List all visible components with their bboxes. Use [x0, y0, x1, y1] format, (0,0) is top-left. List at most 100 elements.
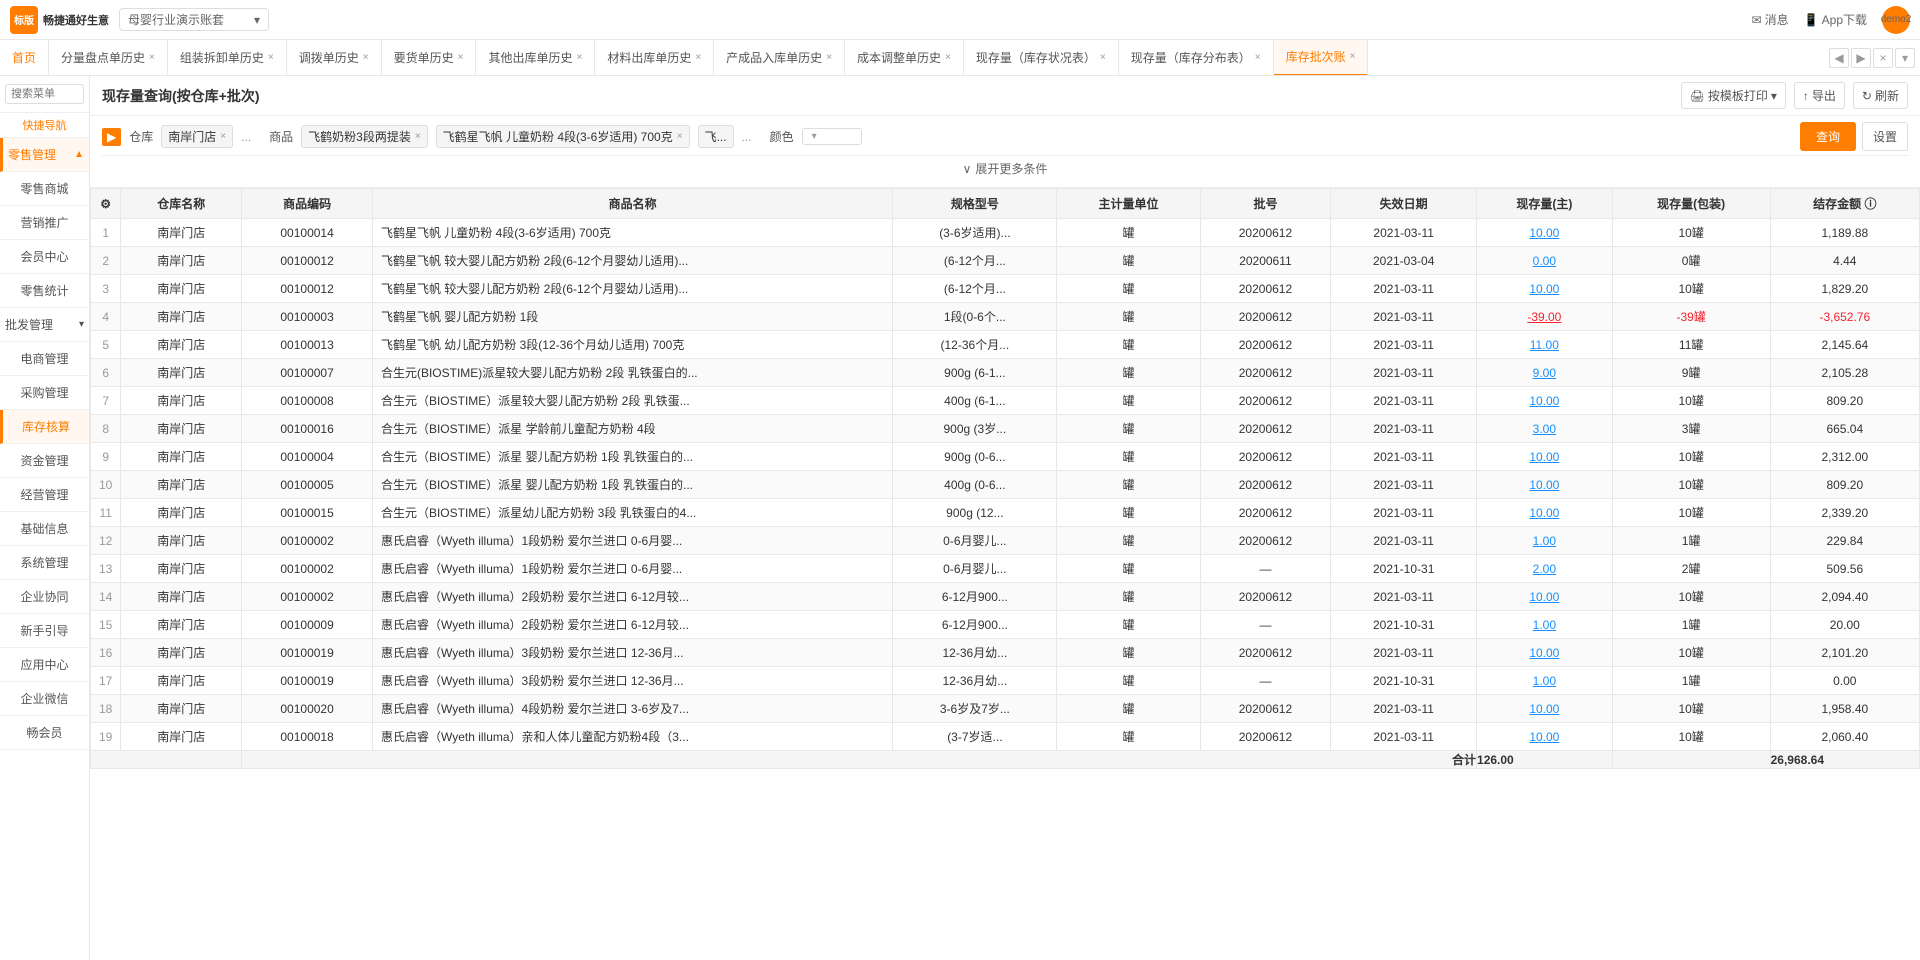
filter-expand-row[interactable]: ∨ 展开更多条件: [102, 155, 1908, 181]
cell-unit: 罐: [1057, 611, 1200, 639]
sidebar-item-ops[interactable]: 经营管理: [0, 478, 89, 512]
col-settings[interactable]: ⚙: [91, 189, 121, 219]
cell-amount: 1,958.40: [1770, 695, 1919, 723]
search-btn[interactable]: 查询: [1800, 122, 1856, 151]
cell-warehouse: 南岸门店: [121, 275, 242, 303]
app-download-btn[interactable]: 📱 App下载: [1804, 11, 1867, 28]
close-icon[interactable]: ×: [945, 52, 951, 63]
warehouse-tag-remove[interactable]: ×: [220, 131, 226, 142]
tab-4[interactable]: 要货单历史 ×: [382, 40, 477, 76]
filter-expand-btn[interactable]: ▶: [102, 128, 121, 146]
tab-next-btn[interactable]: ▶: [1851, 48, 1871, 68]
sidebar-item-member2[interactable]: 畅会员: [0, 716, 89, 750]
close-icon[interactable]: ×: [826, 52, 832, 63]
sidebar-item-collab[interactable]: 企业协同: [0, 580, 89, 614]
cell-warehouse: 南岸门店: [121, 303, 242, 331]
tab-5[interactable]: 其他出库单历史 ×: [476, 40, 595, 76]
cell-qty-pkg: 10罐: [1612, 275, 1770, 303]
cell-qty-main[interactable]: 10.00: [1477, 499, 1613, 527]
refresh-btn[interactable]: ↻ 刷新: [1853, 82, 1908, 109]
tab-close-btn[interactable]: ×: [1873, 48, 1893, 68]
cell-qty-pkg: 10罐: [1612, 639, 1770, 667]
close-icon[interactable]: ×: [576, 52, 582, 63]
cell-qty-main[interactable]: 10.00: [1477, 387, 1613, 415]
tab-11[interactable]: 库存批次账 ×: [1274, 40, 1369, 76]
sidebar-item-finance[interactable]: 资金管理: [0, 444, 89, 478]
sidebar-item-basics[interactable]: 基础信息: [0, 512, 89, 546]
warehouse-ellipsis[interactable]: ...: [241, 130, 251, 144]
cell-amount: 20.00: [1770, 611, 1919, 639]
cell-qty-main[interactable]: 10.00: [1477, 275, 1613, 303]
sidebar-item-retail-mgmt[interactable]: 零售管理 ▲: [0, 138, 89, 172]
message-btn[interactable]: ✉ 消息: [1752, 11, 1789, 28]
template-print-btn[interactable]: 🖨 按模板打印 ▾: [1681, 82, 1786, 109]
close-icon[interactable]: ×: [1350, 51, 1356, 62]
sidebar-item-wechat[interactable]: 企业微信: [0, 682, 89, 716]
sidebar-quick-nav[interactable]: 快捷导航: [0, 113, 89, 138]
sidebar-item-retail-mall[interactable]: 零售商城: [0, 172, 89, 206]
tab-8[interactable]: 成本调整单历史 ×: [845, 40, 964, 76]
tab-10[interactable]: 现存量（库存分布表） ×: [1119, 40, 1274, 76]
tab-9[interactable]: 现存量（库存状况表） ×: [964, 40, 1119, 76]
tab-3[interactable]: 调拨单历史 ×: [287, 40, 382, 76]
tab-prev-btn[interactable]: ◀: [1829, 48, 1849, 68]
color-select[interactable]: ▾: [802, 128, 862, 145]
tab-1[interactable]: 分量盘点单历史 ×: [49, 40, 168, 76]
sidebar-item-guide[interactable]: 新手引导: [0, 614, 89, 648]
cell-qty-main[interactable]: 1.00: [1477, 611, 1613, 639]
sidebar-item-system[interactable]: 系统管理: [0, 546, 89, 580]
cell-qty-main[interactable]: 3.00: [1477, 415, 1613, 443]
product-tag-2-remove[interactable]: ×: [677, 131, 683, 142]
close-icon[interactable]: ×: [458, 52, 464, 63]
cell-qty-main[interactable]: 10.00: [1477, 695, 1613, 723]
cell-code: 00100009: [242, 611, 373, 639]
cell-qty-main[interactable]: 10.00: [1477, 583, 1613, 611]
tab-2[interactable]: 组装拆卸单历史 ×: [168, 40, 287, 76]
cell-qty-main[interactable]: 0.00: [1477, 247, 1613, 275]
close-icon[interactable]: ×: [268, 52, 274, 63]
sidebar-item-member[interactable]: 会员中心: [0, 240, 89, 274]
product-ellipsis[interactable]: ...: [742, 130, 752, 144]
sidebar-item-retail-stats[interactable]: 零售统计: [0, 274, 89, 308]
tab-home[interactable]: 首页: [0, 40, 49, 76]
cell-qty-main[interactable]: 1.00: [1477, 667, 1613, 695]
close-icon[interactable]: ×: [363, 52, 369, 63]
sidebar-item-apps[interactable]: 应用中心: [0, 648, 89, 682]
tab-6[interactable]: 材料出库单历史 ×: [595, 40, 714, 76]
cell-name: 惠氏启睿（Wyeth illuma）2段奶粉 爱尔兰进口 6-12月较...: [372, 611, 892, 639]
cell-qty-main[interactable]: 10.00: [1477, 639, 1613, 667]
tab-controls: ◀ ▶ × ▾: [1824, 48, 1920, 68]
sidebar-item-marketing[interactable]: 营销推广: [0, 206, 89, 240]
cell-qty-main[interactable]: 1.00: [1477, 527, 1613, 555]
cell-qty-main[interactable]: 10.00: [1477, 723, 1613, 751]
industry-selector[interactable]: 母婴行业演示账套 ▾: [119, 8, 269, 31]
set-btn[interactable]: 设置: [1862, 122, 1908, 151]
table-row: 2 南岸门店 00100012 飞鹤星飞帆 较大婴儿配方奶粉 2段(6-12个月…: [91, 247, 1920, 275]
row-num: 8: [91, 415, 121, 443]
cell-qty-main[interactable]: 10.00: [1477, 219, 1613, 247]
sidebar-item-inventory[interactable]: 库存核算: [0, 410, 89, 444]
avatar[interactable]: demo2: [1882, 6, 1910, 34]
search-input[interactable]: [5, 84, 84, 104]
tab-7[interactable]: 产成品入库单历史 ×: [714, 40, 845, 76]
cell-qty-main[interactable]: 2.00: [1477, 555, 1613, 583]
table-row: 11 南岸门店 00100015 合生元（BIOSTIME）派星幼儿配方奶粉 3…: [91, 499, 1920, 527]
cell-qty-main[interactable]: 10.00: [1477, 443, 1613, 471]
sidebar-item-purchase[interactable]: 采购管理: [0, 376, 89, 410]
cell-qty-main[interactable]: 9.00: [1477, 359, 1613, 387]
close-icon[interactable]: ×: [1100, 52, 1106, 63]
sidebar-item-wholesale[interactable]: 批发管理 ▾: [0, 308, 89, 342]
export-btn[interactable]: ↑ 导出: [1794, 82, 1845, 109]
cell-amount: 2,105.28: [1770, 359, 1919, 387]
product-tag-1-remove[interactable]: ×: [415, 131, 421, 142]
cell-qty-main[interactable]: 11.00: [1477, 331, 1613, 359]
close-icon[interactable]: ×: [149, 52, 155, 63]
sidebar-item-ecommerce[interactable]: 电商管理: [0, 342, 89, 376]
close-icon[interactable]: ×: [1255, 52, 1261, 63]
close-icon[interactable]: ×: [695, 52, 701, 63]
cell-unit: 罐: [1057, 639, 1200, 667]
cell-qty-main[interactable]: -39.00: [1477, 303, 1613, 331]
tab-menu-btn[interactable]: ▾: [1895, 48, 1915, 68]
warehouse-tag: 南岸门店 ×: [161, 125, 233, 148]
cell-qty-main[interactable]: 10.00: [1477, 471, 1613, 499]
